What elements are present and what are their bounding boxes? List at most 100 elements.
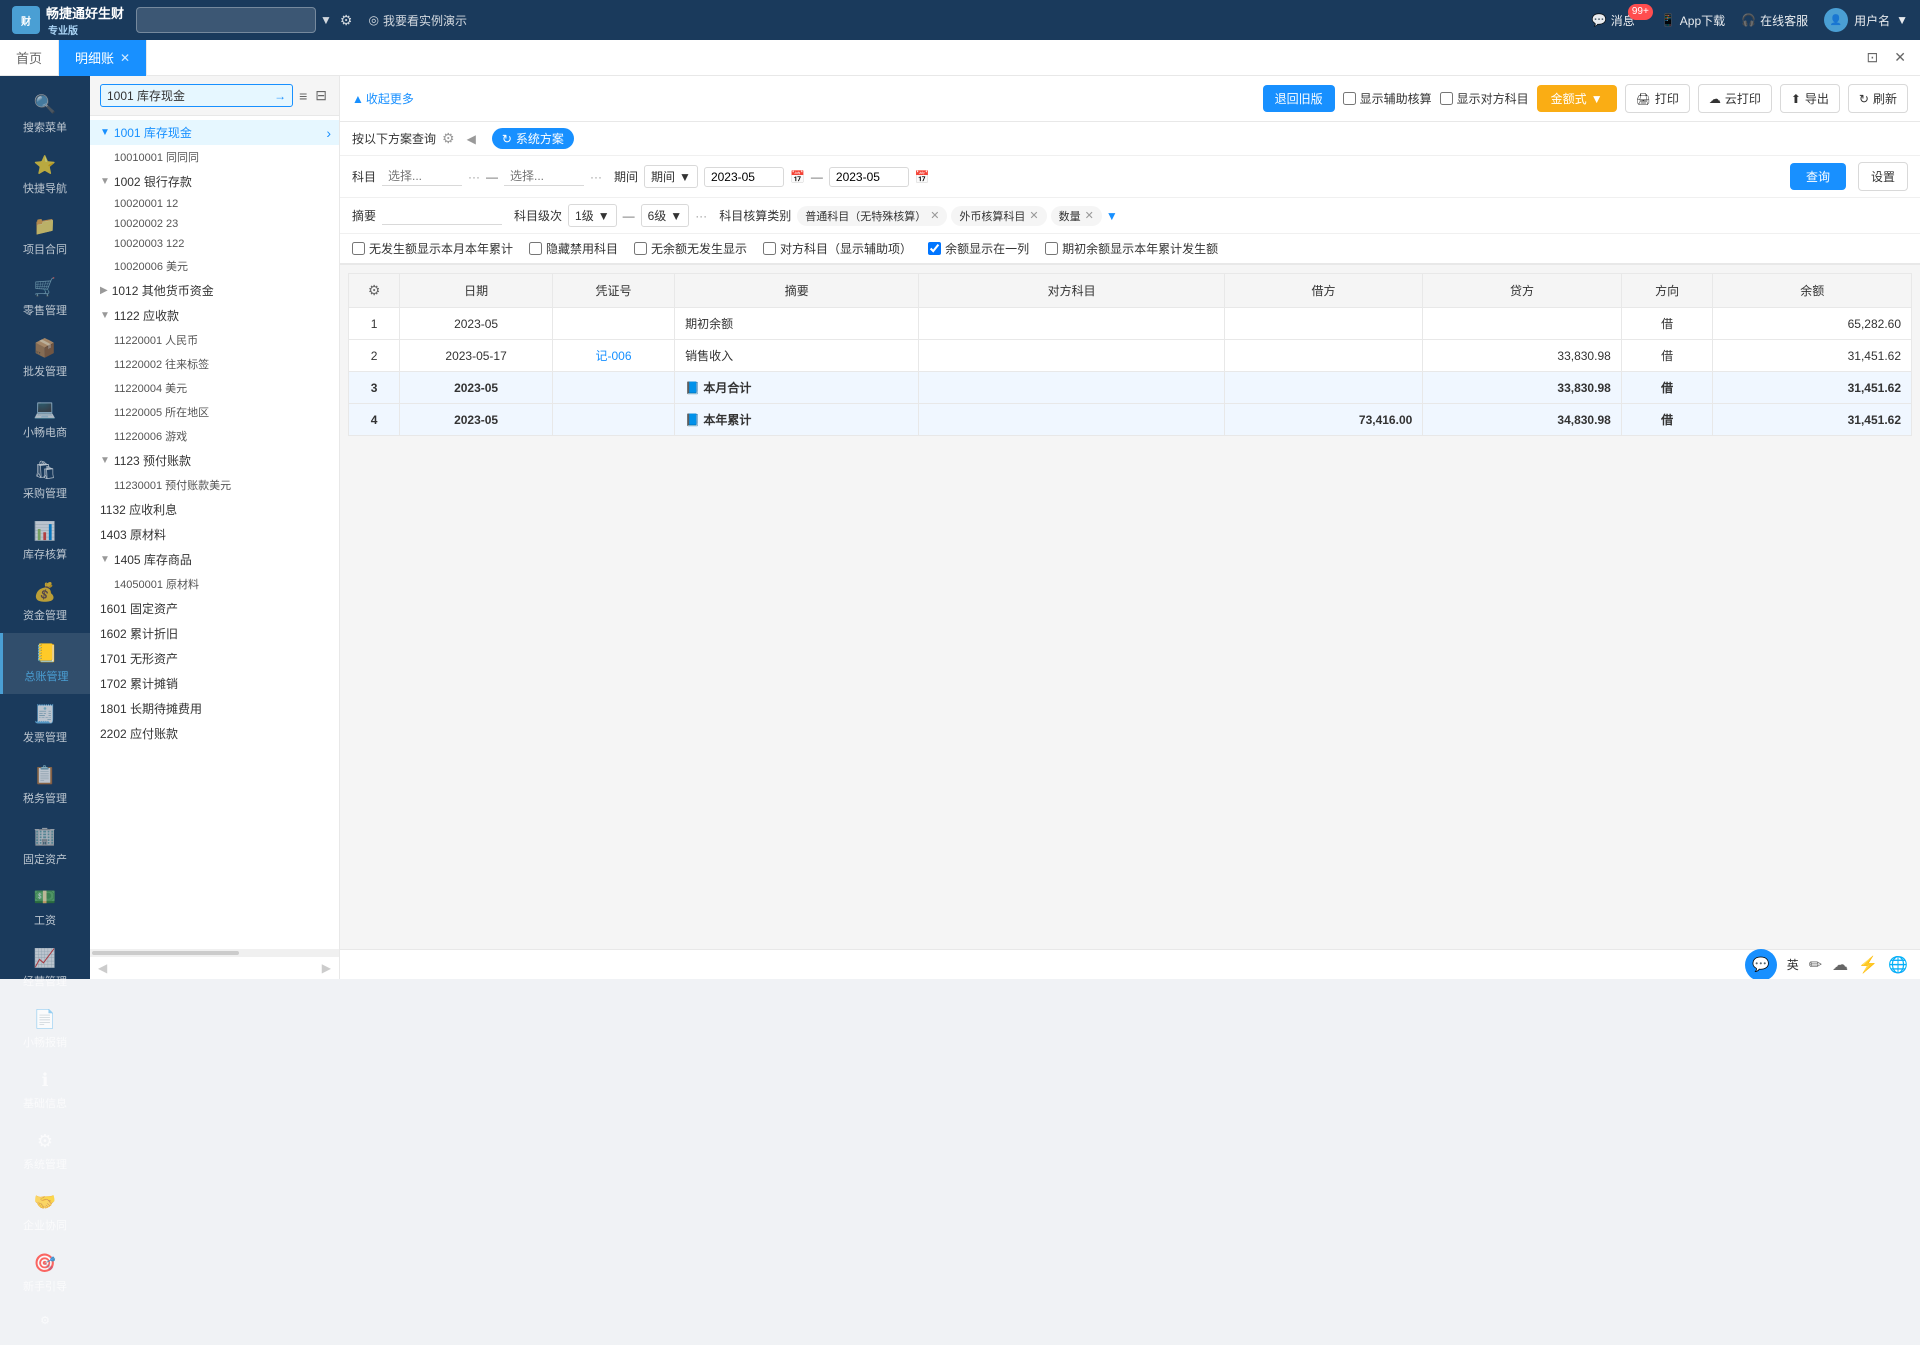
period-start-input[interactable]	[704, 167, 784, 187]
sidebar-item-capital[interactable]: 💰 资金管理	[0, 572, 90, 633]
show-contra-checkbox[interactable]: 显示对方科目	[1440, 90, 1529, 107]
lightning-icon[interactable]: ⚡	[1858, 955, 1878, 975]
calendar-end-icon[interactable]: 📅	[915, 170, 930, 184]
message-action[interactable]: 💬 消息 99+	[1592, 12, 1645, 29]
search-dropdown-icon[interactable]: ▼	[320, 13, 332, 27]
panel-collapse-icon[interactable]: ⊟	[313, 85, 329, 106]
tab-restore-icon[interactable]: ⊡	[1861, 47, 1885, 68]
filter-expand-btn[interactable]: ▲ 收起更多	[352, 90, 414, 107]
format-btn[interactable]: 金额式 ▼	[1537, 85, 1617, 112]
tree-item-14050001[interactable]: 14050001 原材料	[90, 572, 339, 596]
tree-item-11220005[interactable]: 11220005 所在地区	[90, 400, 339, 424]
tree-nav-right-icon[interactable]: ›	[326, 125, 331, 141]
edit-icon[interactable]: ✏	[1809, 955, 1822, 975]
tab-home[interactable]: 首页	[0, 40, 59, 76]
tree-item-1123[interactable]: ▼ 1123 预付账款	[90, 448, 339, 473]
sidebar-item-report[interactable]: 📄 小畅报销	[0, 999, 90, 1060]
app-download-action[interactable]: 📱 App下载	[1661, 12, 1725, 29]
tree-item-1122[interactable]: ▼ 1122 应收款	[90, 303, 339, 328]
tab-ledger[interactable]: 明细账 ✕	[59, 40, 147, 76]
global-search-input[interactable]	[136, 7, 316, 33]
checkbox-balance-one-col[interactable]: 余额显示在一列	[928, 240, 1029, 257]
tree-item-1702[interactable]: 1702 累计摊销	[90, 671, 339, 696]
account-nav-arrow[interactable]: →	[274, 89, 286, 103]
refresh-btn[interactable]: ↻ 刷新	[1848, 84, 1908, 113]
account-from-input[interactable]	[382, 167, 462, 186]
voucher-link-2[interactable]: 记-006	[596, 349, 632, 363]
cloud-upload-icon[interactable]: 🌐	[1888, 955, 1908, 975]
sidebar-item-invoice[interactable]: 🧾 发票管理	[0, 694, 90, 755]
sidebar-item-search[interactable]: 🔍 搜索菜单	[0, 84, 90, 145]
panel-list-icon[interactable]: ≡	[297, 86, 309, 106]
chat-btn[interactable]: 💬	[1745, 949, 1777, 980]
sidebar-item-wholesale[interactable]: 📦 批发管理	[0, 328, 90, 389]
tree-item-10010001[interactable]: 10010001 同同同	[90, 145, 339, 169]
cloud-save-icon[interactable]: ☁	[1832, 955, 1848, 975]
checkbox-opening-ytd[interactable]: 期初余额显示本年累计发生额	[1045, 240, 1218, 257]
scroll-left-icon[interactable]: ◀	[98, 961, 107, 975]
checkbox-no-amount[interactable]: 无发生额显示本月本年累计	[352, 240, 513, 257]
tree-item-11220006[interactable]: 11220006 游戏	[90, 424, 339, 448]
tree-item-11220002[interactable]: 11220002 往来标签	[90, 352, 339, 376]
online-service-action[interactable]: 🎧 在线客服	[1741, 12, 1808, 29]
sidebar-item-tax[interactable]: 📋 税务管理	[0, 755, 90, 816]
show-aux-checkbox[interactable]: 显示辅助核算	[1343, 90, 1432, 107]
sidebar-item-purchase[interactable]: 🛍 采购管理	[0, 450, 90, 511]
tree-item-1602[interactable]: 1602 累计折旧	[90, 621, 339, 646]
account-to-input[interactable]	[504, 167, 584, 186]
tree-item-10020003[interactable]: 10020003 122	[90, 234, 339, 254]
sidebar-item-operation[interactable]: 📈 经营管理	[0, 938, 90, 999]
plan-method-btn[interactable]: ↻ 系统方案	[492, 128, 574, 149]
tree-item-10020006[interactable]: 10020006 美元	[90, 254, 339, 278]
sidebar-item-retail[interactable]: 🛒 零售管理	[0, 267, 90, 328]
return-old-btn[interactable]: 退回旧版	[1263, 85, 1335, 112]
sidebar-item-ecommerce[interactable]: 💻 小畅电商	[0, 389, 90, 450]
summary-input[interactable]	[382, 206, 502, 225]
query-settings-btn[interactable]: 设置	[1858, 162, 1908, 191]
tree-item-1601[interactable]: 1601 固定资产	[90, 596, 339, 621]
checkbox-no-balance[interactable]: 无余额无发生显示	[634, 240, 747, 257]
checkbox-hide-disabled[interactable]: 隐藏禁用科目	[529, 240, 618, 257]
tag-normal-close-icon[interactable]: ✕	[930, 209, 939, 222]
tree-item-1403[interactable]: 1403 原材料	[90, 522, 339, 547]
horizontal-scrollbar[interactable]	[90, 949, 339, 957]
sidebar-item-guide[interactable]: 🎯 新手引导	[0, 1243, 90, 1304]
user-menu[interactable]: 👤 用户名 ▼	[1824, 8, 1908, 32]
sidebar-item-fixed[interactable]: 🏢 固定资产	[0, 816, 90, 877]
type-dropdown-icon[interactable]: ▼	[1106, 209, 1118, 223]
sidebar-settings-btn[interactable]: ⚙	[36, 1304, 54, 1337]
tree-item-1001[interactable]: ▼ 1001 库存现金 ›	[90, 120, 339, 145]
tree-item-1701[interactable]: 1701 无形资产	[90, 646, 339, 671]
tag-quantity-close-icon[interactable]: ✕	[1085, 209, 1094, 222]
tree-item-1801[interactable]: 1801 长期待摊费用	[90, 696, 339, 721]
period-end-input[interactable]	[829, 167, 909, 187]
sidebar-item-project[interactable]: 📁 项目合同	[0, 206, 90, 267]
level-from-select[interactable]: 1级 ▼	[568, 204, 617, 227]
calendar-start-icon[interactable]: 📅	[790, 170, 805, 184]
cloud-print-btn[interactable]: ☁ 云打印	[1698, 84, 1772, 113]
level-to-select[interactable]: 6级 ▼	[641, 204, 690, 227]
sidebar-item-system[interactable]: ⚙ 系统管理	[0, 1121, 90, 1182]
sidebar-item-salary[interactable]: 💵 工资	[0, 877, 90, 938]
tree-item-1012[interactable]: ▶ 1012 其他货币资金	[90, 278, 339, 303]
plan-collapse-icon[interactable]: ◀	[467, 132, 476, 146]
sidebar-item-basic[interactable]: ℹ 基础信息	[0, 1060, 90, 1121]
sidebar-item-cooperation[interactable]: 🤝 企业协同	[0, 1182, 90, 1243]
tree-item-10020002[interactable]: 10020002 23	[90, 214, 339, 234]
lang-btn[interactable]: 英	[1787, 956, 1799, 973]
tree-item-10020001[interactable]: 10020001 12	[90, 194, 339, 214]
export-btn[interactable]: ⬆ 导出	[1780, 84, 1840, 113]
gear-icon[interactable]: ⚙	[340, 12, 353, 29]
query-btn[interactable]: 查询	[1790, 163, 1846, 190]
sidebar-item-inventory[interactable]: 📊 库存核算	[0, 511, 90, 572]
table-settings-icon[interactable]: ⚙	[368, 282, 381, 298]
tab-close-all-icon[interactable]: ✕	[1888, 47, 1912, 68]
sidebar-item-shortcut[interactable]: ⭐ 快捷导航	[0, 145, 90, 206]
print-btn[interactable]: 🖨 打印	[1625, 84, 1690, 113]
demo-link[interactable]: ◎ 我要看实例演示	[368, 12, 467, 29]
tree-item-11230001[interactable]: 11230001 预付账款美元	[90, 473, 339, 497]
plan-settings-icon[interactable]: ⚙	[442, 130, 455, 147]
tree-item-11220004[interactable]: 11220004 美元	[90, 376, 339, 400]
checkbox-contra[interactable]: 对方科目（显示辅助项）	[763, 240, 912, 257]
tree-item-11220001[interactable]: 11220001 人民币	[90, 328, 339, 352]
